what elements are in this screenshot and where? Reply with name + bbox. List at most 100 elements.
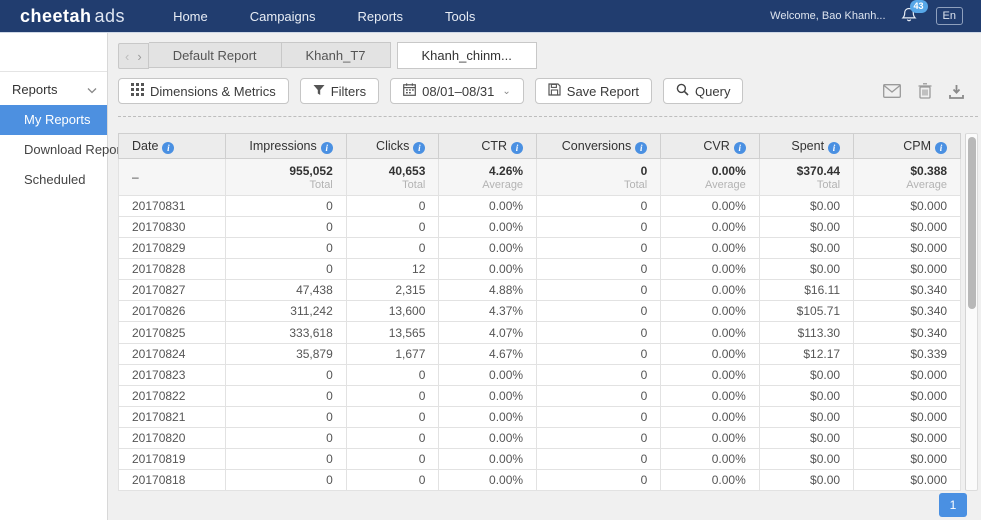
summary-sublabel: Total — [402, 178, 426, 191]
report-tabbar: ‹ › Default Report Khanh_T7 Khanh_chinm... — [118, 42, 978, 69]
date-range-button[interactable]: 08/01–08/31 ⌄ — [390, 78, 524, 104]
toolbar: Dimensions & Metrics Filters 08/01–08/31… — [118, 78, 978, 104]
column-header-spent[interactable]: Spent i — [758, 133, 855, 159]
summary-value: 40,653 — [388, 163, 426, 178]
date-cell: 20170827 — [117, 279, 227, 302]
tab-khanh-t7[interactable]: Khanh_T7 — [281, 42, 391, 68]
value-cell: 0.00% — [438, 405, 538, 428]
info-icon[interactable]: i — [413, 141, 426, 154]
tab-scroll-left-icon[interactable]: ‹ — [125, 50, 129, 63]
value-cell: $12.17 — [758, 342, 855, 365]
filters-button[interactable]: Filters — [299, 78, 380, 104]
dimensions-metrics-button[interactable]: Dimensions & Metrics — [118, 78, 289, 104]
value-cell: 0 — [345, 216, 440, 239]
value-cell: $0.00 — [758, 468, 855, 492]
nav-item-campaigns[interactable]: Campaigns — [250, 9, 316, 24]
summary-value: 0.00% — [711, 163, 746, 178]
column-header-clicks[interactable]: Clicks i — [345, 133, 440, 159]
summary-cell: 0.00% Average — [660, 157, 760, 197]
notification-badge: 43 — [909, 0, 928, 13]
nav-item-tools[interactable]: Tools — [445, 9, 475, 24]
welcome-text: Welcome, Bao Khanh... — [770, 10, 886, 22]
pagination-page-1[interactable]: 1 — [939, 493, 967, 517]
table-row: 20170826 311,242 13,600 4.37% 0 0.00% $105.71 $… — [117, 300, 962, 323]
tab-scroll-right-icon[interactable]: › — [137, 50, 141, 63]
value-cell: 0 — [345, 447, 440, 470]
value-cell: 0 — [225, 195, 347, 218]
value-cell: 0 — [225, 468, 347, 492]
table-scrollbar-thumb[interactable] — [968, 137, 977, 309]
value-cell: $0.340 — [853, 321, 962, 344]
tab-khanh-chinm[interactable]: Khanh_chinm... — [396, 42, 537, 69]
value-cell: 0.00% — [438, 468, 538, 492]
value-cell: 0 — [225, 447, 347, 470]
column-header-conversions[interactable]: Conversions i — [536, 133, 662, 159]
chevron-down-icon — [87, 82, 97, 97]
value-cell: $0.00 — [758, 195, 855, 218]
value-cell: $0.00 — [758, 384, 855, 407]
table-scrollbar-track[interactable] — [965, 133, 978, 491]
column-header-cpm[interactable]: CPM i — [853, 133, 962, 159]
summary-value: $370.44 — [796, 163, 841, 178]
value-cell: 333,618 — [225, 321, 347, 344]
sidebar-item-scheduled[interactable]: Scheduled — [0, 165, 107, 195]
navbar-menu: Home Campaigns Reports Tools — [173, 9, 475, 24]
summary-cell: $370.44 Total — [758, 157, 855, 197]
column-header-impressions[interactable]: Impressions i — [225, 133, 347, 159]
value-cell: $0.000 — [853, 426, 962, 449]
column-header-cvr[interactable]: CVR i — [660, 133, 760, 159]
logo[interactable]: cheetah ads — [20, 6, 125, 27]
info-icon[interactable]: i — [320, 141, 333, 154]
value-cell: $0.00 — [758, 426, 855, 449]
table-row: 20170824 35,879 1,677 4.67% 0 0.00% $12.17 $0.3… — [117, 342, 962, 365]
value-cell: $0.000 — [853, 237, 962, 260]
summary-sublabel: Average — [704, 178, 746, 191]
email-icon[interactable] — [883, 84, 901, 98]
value-cell: $0.00 — [758, 237, 855, 260]
language-button[interactable]: En — [935, 7, 963, 25]
sidebar-item-my-reports[interactable]: My Reports — [0, 105, 107, 135]
save-report-label: Save Report — [566, 83, 640, 99]
info-icon[interactable]: i — [828, 141, 841, 154]
value-cell: 0.00% — [438, 447, 538, 470]
sidebar-section-reports[interactable]: Reports — [0, 71, 107, 105]
info-icon[interactable]: i — [162, 141, 175, 154]
trash-icon[interactable] — [918, 83, 932, 99]
main-area: Reports My Reports Download Report Schedul… — [0, 33, 981, 520]
query-button[interactable]: Query — [663, 78, 744, 104]
info-icon[interactable]: i — [511, 141, 524, 154]
column-header-date[interactable]: Date i — [117, 133, 227, 159]
sidebar-item-download-report[interactable]: Download Report — [0, 135, 124, 165]
download-icon[interactable] — [949, 84, 964, 99]
value-cell: 0.00% — [660, 468, 760, 492]
nav-item-home[interactable]: Home — [173, 9, 208, 24]
table-action-icons — [883, 83, 964, 99]
value-cell: $113.30 — [758, 321, 855, 344]
table-row: 20170818 0 0 0.00% 0 0.00% $0.00 $0.000 — [117, 468, 962, 492]
value-cell: 0 — [345, 195, 440, 218]
summary-date-cell: – — [117, 157, 227, 197]
value-cell: 0 — [345, 384, 440, 407]
info-icon[interactable]: i — [635, 141, 648, 154]
save-report-button[interactable]: Save Report — [534, 78, 653, 104]
value-cell: 0 — [225, 384, 347, 407]
dashed-divider — [118, 116, 978, 117]
info-icon[interactable]: i — [733, 141, 746, 154]
grid-icon — [131, 83, 144, 99]
date-range-label: 08/01–08/31 — [422, 83, 495, 99]
column-header-ctr[interactable]: CTR i — [438, 133, 538, 159]
tab-default-report[interactable]: Default Report — [148, 42, 282, 68]
value-cell: 0 — [225, 237, 347, 260]
dimensions-metrics-label: Dimensions & Metrics — [150, 83, 276, 99]
report-tabs: Default Report Khanh_T7 Khanh_chinm... — [148, 42, 537, 69]
table-row: 20170822 0 0 0.00% 0 0.00% $0.00 $0.000 — [117, 384, 962, 407]
value-cell: $0.00 — [758, 258, 855, 281]
value-cell: $16.11 — [758, 279, 855, 302]
summary-sublabel: Average — [482, 178, 524, 191]
notifications-button[interactable]: 43 — [900, 0, 928, 26]
navbar-right: Welcome, Bao Khanh... 43 En — [770, 0, 963, 26]
table-row: 20170831 0 0 0.00% 0 0.00% $0.00 $0.000 — [117, 195, 962, 218]
summary-value: 4.26% — [489, 163, 524, 178]
info-icon[interactable]: i — [935, 141, 948, 154]
nav-item-reports[interactable]: Reports — [358, 9, 404, 24]
